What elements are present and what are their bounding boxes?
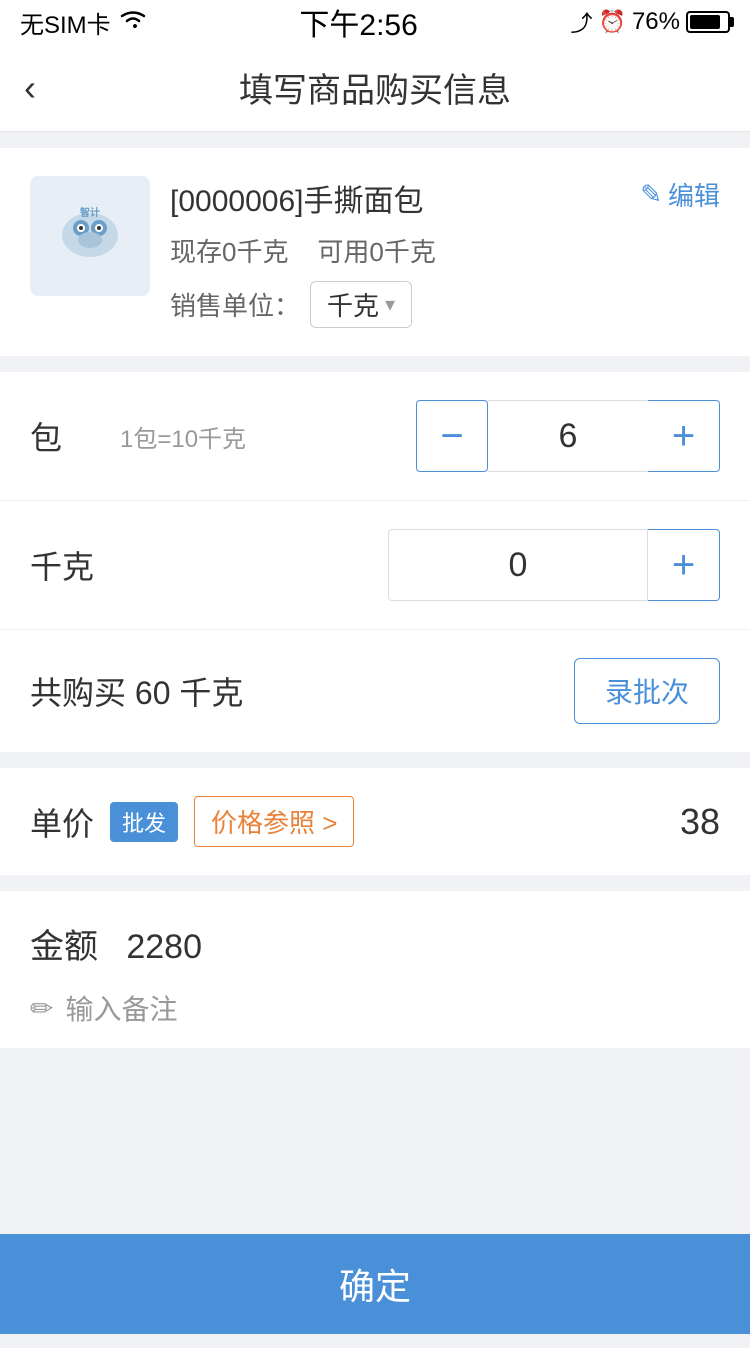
product-card: 智计 [0000006]手撕面包 现存0千克 可用0千克 销售单位： 千克 ▾ … [0, 148, 750, 356]
edit-button[interactable]: ✎ 编辑 [640, 176, 720, 213]
dropdown-icon: ▾ [385, 292, 395, 317]
status-right: ⤴ ⏰ 76% [571, 6, 730, 38]
price-label: 单价 [30, 799, 94, 845]
nav-bar: ‹ 填写商品购买信息 [0, 44, 750, 132]
wifi-icon [119, 8, 147, 37]
price-section: 单价 批发 价格参照 > 38 [0, 768, 750, 875]
pencil-icon: ✏ [30, 992, 53, 1025]
back-button[interactable]: ‹ [24, 67, 36, 109]
amount-section: 金额 2280 ✏ 输入备注 [0, 891, 750, 1048]
amount-label: 金额 [30, 928, 98, 966]
product-unit: 销售单位： 千克 ▾ [170, 281, 720, 328]
battery-percent: 76% [632, 8, 680, 36]
remark-row[interactable]: ✏ 输入备注 [30, 988, 720, 1028]
spacer [0, 1048, 750, 1248]
kilogram-label: 千克 [30, 542, 110, 588]
product-logo: 智计 [55, 200, 125, 272]
svg-text:智计: 智计 [80, 206, 100, 219]
edit-icon: ✎ [640, 179, 662, 210]
price-reference-button[interactable]: 价格参照 > [194, 796, 354, 847]
status-left: 无SIM卡 [20, 5, 147, 40]
package-row: 包 1包=10千克 − + [0, 372, 750, 501]
alarm-icon: ⏰ [599, 9, 626, 35]
amount-row: 金额 2280 [30, 919, 720, 968]
price-row: 单价 批发 价格参照 > 38 [30, 796, 720, 847]
package-label: 包 [30, 413, 110, 459]
status-bar: 无SIM卡 下午2:56 ⤴ ⏰ 76% [0, 0, 750, 44]
product-info: [0000006]手撕面包 现存0千克 可用0千克 销售单位： 千克 ▾ [170, 176, 720, 328]
remark-placeholder: 输入备注 [65, 988, 177, 1028]
package-decrement-button[interactable]: − [416, 400, 488, 472]
package-quantity-input[interactable] [488, 400, 648, 472]
time-text: 下午2:56 [299, 0, 417, 44]
location-icon: ⤴ [571, 6, 593, 38]
price-tag: 批发 [110, 802, 178, 842]
quantity-section: 包 1包=10千克 − + 千克 + 共购买 60 千克 录批次 [0, 372, 750, 752]
kilogram-row: 千克 + [0, 501, 750, 630]
total-row: 共购买 60 千克 录批次 [0, 630, 750, 752]
nav-title: 填写商品购买信息 [239, 63, 511, 112]
kilogram-quantity-input[interactable] [388, 529, 648, 601]
package-quantity-control: − + [416, 400, 720, 472]
product-name: [0000006]手撕面包 [170, 176, 720, 220]
unit-select[interactable]: 千克 ▾ [310, 281, 412, 328]
package-increment-button[interactable]: + [648, 400, 720, 472]
battery-icon [686, 11, 730, 33]
carrier-text: 无SIM卡 [20, 5, 111, 40]
total-text: 共购买 60 千克 [30, 668, 243, 714]
package-sublabel: 1包=10千克 [120, 419, 416, 454]
confirm-text: 确定 [339, 1258, 411, 1310]
batch-button[interactable]: 录批次 [574, 658, 720, 724]
price-value: 38 [680, 801, 720, 843]
kilogram-increment-button[interactable]: + [648, 529, 720, 601]
confirm-bar[interactable]: 确定 [0, 1234, 750, 1334]
kilogram-quantity-control: + [388, 529, 720, 601]
product-image: 智计 [30, 176, 150, 296]
amount-value: 2280 [126, 928, 202, 966]
product-stock: 现存0千克 可用0千克 [170, 232, 720, 269]
